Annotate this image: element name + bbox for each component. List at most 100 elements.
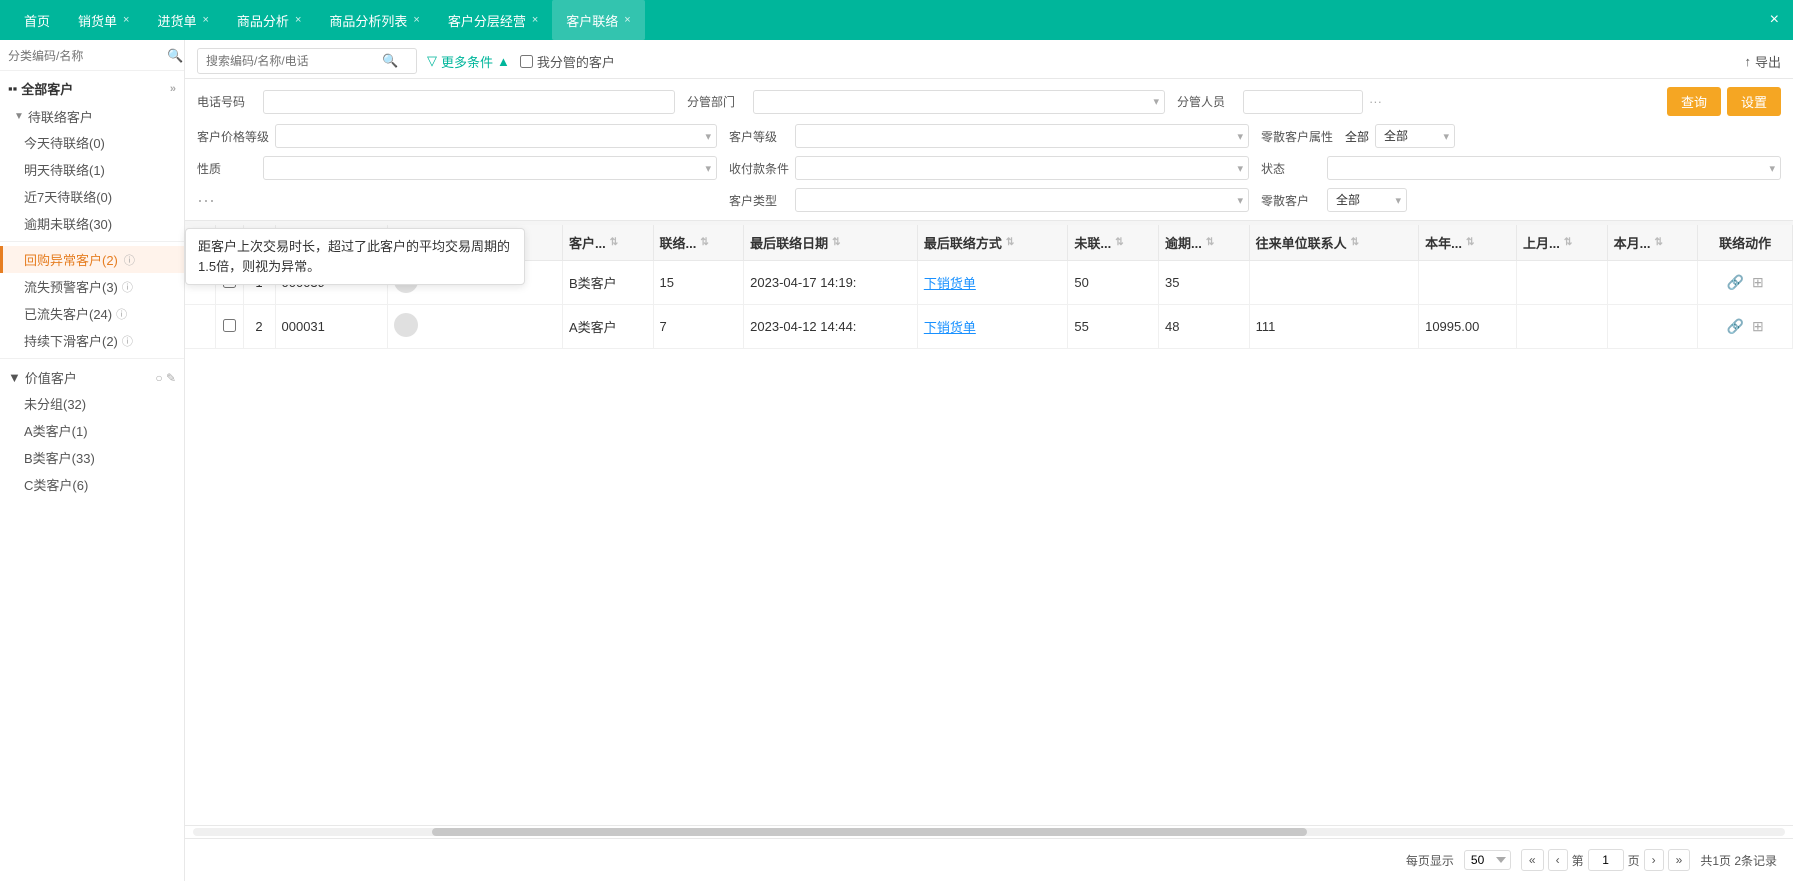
row2-checkbox[interactable]: [223, 319, 236, 332]
row2-company-contact: 111: [1249, 305, 1419, 349]
row2-settings: [185, 305, 215, 349]
phone-input[interactable]: [263, 90, 675, 114]
retail-attr-select[interactable]: 全部: [1375, 124, 1455, 148]
sidebar-divider-2: [0, 358, 184, 359]
payment-select-wrapper: [795, 156, 1249, 180]
next-page-button[interactable]: ›: [1644, 849, 1664, 871]
sidebar-item-c-class[interactable]: C类客户(6): [0, 471, 184, 498]
close-sales-tab[interactable]: ×: [123, 14, 129, 26]
declining-info-icon[interactable]: ⓘ: [122, 333, 133, 349]
sidebar-item-a-class[interactable]: A类客户(1): [0, 417, 184, 444]
last-page-button[interactable]: »: [1668, 849, 1691, 871]
sidebar-item-repurchase-abnormal[interactable]: 回购异常客户(2) ⓘ: [0, 246, 184, 273]
value-edit-icon[interactable]: ○ ✎: [155, 371, 176, 385]
col-header-this-month[interactable]: 本月... ⇅: [1607, 225, 1698, 261]
manager-more-icon[interactable]: ···: [1369, 94, 1382, 109]
window-close-button[interactable]: ×: [1770, 11, 1779, 29]
row1-grid-icon[interactable]: ⊞: [1752, 274, 1764, 291]
value-customer-group[interactable]: ▼ 价值客户 ○ ✎: [0, 363, 184, 390]
tab-purchase[interactable]: 进货单 ×: [143, 0, 222, 40]
col-header-overdue[interactable]: 逾期... ⇅: [1158, 225, 1249, 261]
my-customers-checkbox[interactable]: [520, 55, 533, 68]
sort-this-year: ⇅: [1466, 237, 1474, 248]
sidebar-item-declining[interactable]: 持续下滑客户(2) ⓘ: [0, 327, 184, 354]
sidebar-item-lost[interactable]: 已流失客户(24) ⓘ: [0, 300, 184, 327]
col-header-this-year[interactable]: 本年... ⇅: [1419, 225, 1517, 261]
data-table-area: ⚙ 客户编码 ⇅ 客户名称: [185, 225, 1793, 825]
action-buttons: 查询 设置: [1667, 87, 1781, 116]
retail-customer-select-wrapper: 全部: [1327, 188, 1407, 212]
row2-grid-icon[interactable]: ⊞: [1752, 318, 1764, 335]
pending-contact-group[interactable]: ▼ 待联络客户: [0, 102, 184, 129]
row2-link-icon[interactable]: 🔗: [1727, 318, 1744, 335]
prev-page-button[interactable]: ‹: [1548, 849, 1568, 871]
customer-type-select[interactable]: [795, 188, 1249, 212]
row1-last-contact-method: 下销货单: [917, 261, 1068, 305]
col-header-last-contact-method[interactable]: 最后联络方式 ⇅: [917, 225, 1068, 261]
col-header-last-contact-date[interactable]: 最后联络日期 ⇅: [744, 225, 918, 261]
first-page-button[interactable]: «: [1521, 849, 1544, 871]
sidebar-item-week[interactable]: 近7天待联络(0): [0, 183, 184, 210]
repurchase-info-icon[interactable]: ⓘ: [124, 252, 135, 268]
col-header-pending[interactable]: 未联... ⇅: [1068, 225, 1159, 261]
tab-analysis-list[interactable]: 商品分析列表 ×: [315, 0, 433, 40]
lost-info-icon[interactable]: ⓘ: [116, 306, 127, 322]
payment-select[interactable]: [795, 156, 1249, 180]
lost-warning-info-icon[interactable]: ⓘ: [122, 279, 133, 295]
tab-customer-segment[interactable]: 客户分层经营 ×: [434, 0, 552, 40]
status-select[interactable]: [1327, 156, 1781, 180]
tab-sales[interactable]: 销货单 ×: [64, 0, 143, 40]
filter-bar: 🔍 ▽ 更多条件 ▲ 我分管的客户 ↑ 导出: [185, 40, 1793, 79]
sidebar-item-overdue[interactable]: 逾期未联络(30): [0, 210, 184, 237]
close-purchase-tab[interactable]: ×: [202, 14, 208, 26]
col-header-contact[interactable]: 联络... ⇅: [653, 225, 744, 261]
scroll-track[interactable]: [193, 828, 1785, 836]
tab-home[interactable]: 首页: [10, 0, 64, 40]
gender-select[interactable]: [263, 156, 717, 180]
collapse-icon[interactable]: »: [170, 83, 176, 95]
all-customers-header[interactable]: ▪▪ 全部客户 »: [0, 71, 184, 102]
row1-this-month: [1607, 261, 1698, 305]
manager-input[interactable]: [1243, 90, 1363, 114]
filter-more-dots[interactable]: ···: [197, 190, 215, 211]
tab-analysis[interactable]: 商品分析 ×: [223, 0, 315, 40]
col-header-last-month[interactable]: 上月... ⇅: [1516, 225, 1607, 261]
per-page-select[interactable]: 50 20 100: [1464, 850, 1511, 870]
customer-type-select-wrapper: [795, 188, 1249, 212]
filter-status: 状态: [1261, 156, 1781, 180]
filter-row-1: 电话号码 分管部门 分管人员 ··· 查询 设置: [197, 87, 1781, 116]
row1-link-icon[interactable]: 🔗: [1727, 274, 1744, 291]
sidebar-search-input[interactable]: [8, 49, 163, 63]
tab-customer-contact[interactable]: 客户联络 ×: [552, 0, 644, 40]
grade-select[interactable]: [795, 124, 1249, 148]
sidebar-item-tomorrow[interactable]: 明天待联络(1): [0, 156, 184, 183]
scroll-thumb[interactable]: [432, 828, 1308, 836]
close-analysis-list-tab[interactable]: ×: [413, 14, 419, 26]
settings-button[interactable]: 设置: [1727, 87, 1781, 116]
filter-row-2: 客户价格等级 客户等级 零散客户属性 全部 全部: [197, 124, 1781, 148]
retail-customer-select[interactable]: 全部: [1327, 188, 1407, 212]
col-header-type[interactable]: 客户... ⇅: [562, 225, 653, 261]
dept-select[interactable]: [753, 90, 1165, 114]
col-header-company-contact[interactable]: 往来单位联系人 ⇅: [1249, 225, 1419, 261]
sidebar-item-lost-warning[interactable]: 流失预警客户(3) ⓘ: [0, 273, 184, 300]
page-number-input[interactable]: [1588, 849, 1624, 871]
filter-row-3: 性质 收付款条件 状态: [197, 156, 1781, 180]
row1-actions: 🔗 ⊞: [1698, 261, 1793, 305]
close-analysis-tab[interactable]: ×: [295, 14, 301, 26]
more-conditions-button[interactable]: ▽ 更多条件 ▲: [427, 52, 510, 71]
sidebar-item-today[interactable]: 今天待联络(0): [0, 129, 184, 156]
sidebar-item-b-class[interactable]: B类客户(33): [0, 444, 184, 471]
chevron-up-icon: ▲: [497, 54, 510, 69]
query-button[interactable]: 查询: [1667, 87, 1721, 116]
sidebar-item-ungroup[interactable]: 未分组(32): [0, 390, 184, 417]
price-grade-select[interactable]: [275, 124, 717, 148]
close-customer-contact-tab[interactable]: ×: [624, 14, 630, 26]
sort-last-contact-method: ⇅: [1006, 237, 1014, 248]
row2-contact: 7: [653, 305, 744, 349]
search-input[interactable]: [206, 54, 376, 68]
top-navigation: 首页 销货单 × 进货单 × 商品分析 × 商品分析列表 × 客户分层经营 × …: [0, 0, 1793, 40]
close-customer-segment-tab[interactable]: ×: [532, 14, 538, 26]
export-button[interactable]: ↑ 导出: [1744, 52, 1781, 71]
row1-type: B类客户: [562, 261, 653, 305]
